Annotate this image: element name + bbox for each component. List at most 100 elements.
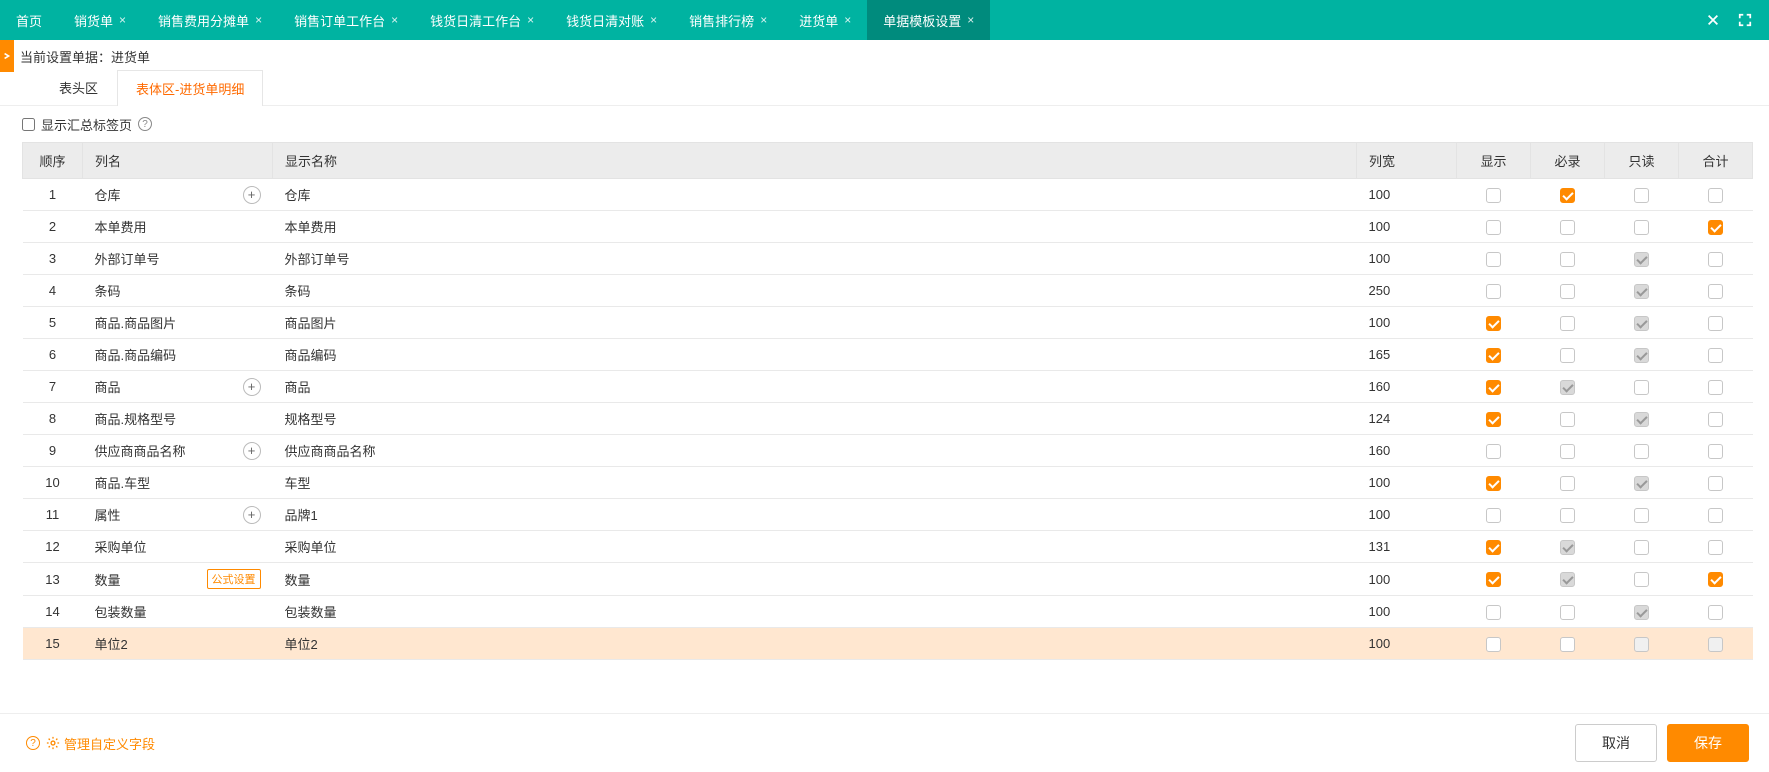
checkbox-readonly[interactable] [1634,572,1649,587]
checkbox-show[interactable] [1486,540,1501,555]
cell-display-name[interactable]: 供应商商品名称 [273,435,1357,467]
checkbox-show[interactable] [1486,188,1501,203]
checkbox-show[interactable] [1486,412,1501,427]
tab-close-icon[interactable]: × [255,13,262,27]
checkbox-total[interactable] [1708,540,1723,555]
cell-width[interactable]: 100 [1357,596,1457,628]
collapse-chevron-icon[interactable] [0,40,14,72]
tab-close-icon[interactable]: × [119,13,126,27]
checkbox-total[interactable] [1708,508,1723,523]
checkbox-total[interactable] [1708,605,1723,620]
checkbox-show[interactable] [1486,348,1501,363]
tab-close-icon[interactable]: × [391,13,398,27]
checkbox-readonly[interactable] [1634,508,1649,523]
cell-display-name[interactable]: 商品图片 [273,307,1357,339]
checkbox-total[interactable] [1708,476,1723,491]
cell-width[interactable]: 100 [1357,307,1457,339]
cell-width[interactable]: 250 [1357,275,1457,307]
table-scroll[interactable]: 顺序 列名 显示名称 列宽 显示 必录 只读 合计 1仓库+仓库1002本单费用… [22,142,1753,713]
checkbox-total[interactable] [1708,252,1723,267]
top-tab[interactable]: 进货单× [783,0,867,40]
cell-width[interactable]: 131 [1357,531,1457,563]
tab-close-icon[interactable]: × [650,13,657,27]
checkbox-show[interactable] [1486,284,1501,299]
top-tab[interactable]: 销货单× [58,0,142,40]
add-column-button[interactable]: + [243,506,261,524]
checkbox-required[interactable] [1560,444,1575,459]
save-button[interactable]: 保存 [1667,724,1749,762]
cell-width[interactable]: 100 [1357,467,1457,499]
formula-settings-badge[interactable]: 公式设置 [207,569,261,589]
checkbox-show[interactable] [1486,380,1501,395]
cell-width[interactable]: 100 [1357,628,1457,660]
cell-display-name[interactable]: 外部订单号 [273,243,1357,275]
tab-close-icon[interactable]: × [844,13,851,27]
inner-tab[interactable]: 表头区 [40,69,117,105]
cell-width[interactable]: 100 [1357,499,1457,531]
checkbox-show[interactable] [1486,444,1501,459]
cell-width[interactable]: 165 [1357,339,1457,371]
checkbox-readonly[interactable] [1634,380,1649,395]
checkbox-show[interactable] [1486,637,1501,652]
cell-display-name[interactable]: 品牌1 [273,499,1357,531]
checkbox-total[interactable] [1708,188,1723,203]
cell-width[interactable]: 100 [1357,563,1457,596]
top-tab[interactable]: 销售排行榜× [673,0,783,40]
cell-width[interactable]: 100 [1357,179,1457,211]
checkbox-show[interactable] [1486,220,1501,235]
checkbox-readonly[interactable] [1634,540,1649,555]
checkbox-required[interactable] [1560,316,1575,331]
cell-display-name[interactable]: 条码 [273,275,1357,307]
add-column-button[interactable]: + [243,442,261,460]
tab-close-icon[interactable]: × [527,13,534,27]
cell-display-name[interactable]: 单位2 [273,628,1357,660]
checkbox-total[interactable] [1708,412,1723,427]
help-icon[interactable]: ? [138,117,152,131]
cell-display-name[interactable]: 仓库 [273,179,1357,211]
top-tab[interactable]: 钱货日清工作台× [414,0,550,40]
checkbox-total[interactable] [1708,572,1723,587]
inner-tab[interactable]: 表体区-进货单明细 [117,70,263,106]
checkbox-show[interactable] [1486,476,1501,491]
checkbox-total[interactable] [1708,444,1723,459]
top-tab[interactable]: 销售费用分摊单× [142,0,278,40]
checkbox-required[interactable] [1560,412,1575,427]
cell-width[interactable]: 100 [1357,243,1457,275]
close-all-button[interactable] [1697,4,1729,36]
checkbox-required[interactable] [1560,508,1575,523]
tab-close-icon[interactable]: × [760,13,767,27]
checkbox-show[interactable] [1486,316,1501,331]
checkbox-readonly[interactable] [1634,444,1649,459]
checkbox-total[interactable] [1708,316,1723,331]
checkbox-required[interactable] [1560,348,1575,363]
checkbox-show[interactable] [1486,605,1501,620]
footer-help-icon[interactable]: ? [26,736,40,750]
checkbox-show[interactable] [1486,252,1501,267]
cell-display-name[interactable]: 采购单位 [273,531,1357,563]
manage-custom-fields-link[interactable]: 管理自定义字段 [64,734,155,753]
cell-width[interactable]: 160 [1357,435,1457,467]
checkbox-required[interactable] [1560,188,1575,203]
cell-display-name[interactable]: 包装数量 [273,596,1357,628]
checkbox-show[interactable] [1486,508,1501,523]
checkbox-total[interactable] [1708,380,1723,395]
tab-close-icon[interactable]: × [967,13,974,27]
checkbox-readonly[interactable] [1634,188,1649,203]
add-column-button[interactable]: + [243,378,261,396]
checkbox-required[interactable] [1560,252,1575,267]
checkbox-total[interactable] [1708,220,1723,235]
cell-display-name[interactable]: 本单费用 [273,211,1357,243]
checkbox-required[interactable] [1560,476,1575,491]
cell-width[interactable]: 100 [1357,211,1457,243]
cell-display-name[interactable]: 商品 [273,371,1357,403]
checkbox-readonly[interactable] [1634,220,1649,235]
cancel-button[interactable]: 取消 [1575,724,1657,762]
cell-display-name[interactable]: 商品编码 [273,339,1357,371]
cell-width[interactable]: 124 [1357,403,1457,435]
cell-display-name[interactable]: 车型 [273,467,1357,499]
cell-display-name[interactable]: 数量 [273,563,1357,596]
add-column-button[interactable]: + [243,186,261,204]
checkbox-total[interactable] [1708,284,1723,299]
show-summary-checkbox[interactable] [22,118,35,131]
checkbox-required[interactable] [1560,605,1575,620]
